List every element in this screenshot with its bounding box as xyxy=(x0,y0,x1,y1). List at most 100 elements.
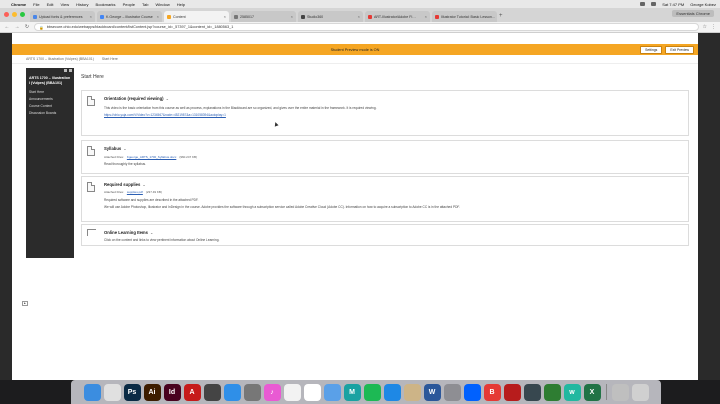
menu-bookmarks[interactable]: Bookmarks xyxy=(96,2,116,7)
maximize-window-icon[interactable] xyxy=(20,12,25,17)
settings-button[interactable]: Settings xyxy=(640,46,663,54)
dock-screenflow-icon[interactable] xyxy=(523,383,541,401)
bookmark-star-icon[interactable]: ☆ xyxy=(703,24,707,30)
menu-file[interactable]: File xyxy=(33,2,39,7)
dock-spotify-icon[interactable] xyxy=(363,383,381,401)
menubar-user[interactable]: George Kobez xyxy=(690,2,716,7)
expand-menu-button[interactable]: ▸ xyxy=(22,301,28,306)
dock-launchpad-icon[interactable] xyxy=(243,383,261,401)
tab-close-icon[interactable]: × xyxy=(157,14,159,19)
item-title-text[interactable]: Syllabus xyxy=(104,146,121,151)
browser-tab[interactable]: ART-Illustrator/Adobe Fi… × xyxy=(365,11,430,22)
dock-finder-icon[interactable] xyxy=(83,383,101,401)
macos-menubar: Chrome File Edit View History Bookmarks … xyxy=(0,0,720,8)
video-link[interactable]: https://ohio.yuja.com/V/Video?v=1234567&… xyxy=(104,113,226,117)
dock-safari-icon[interactable] xyxy=(223,383,241,401)
menu-window[interactable]: Window xyxy=(155,2,169,7)
item-title-text[interactable]: Online Learning Items xyxy=(104,230,148,235)
item-title-text[interactable]: Orientation (required viewing) xyxy=(104,96,164,101)
menu-refresh-icon[interactable] xyxy=(69,69,72,72)
menu-edit[interactable]: Edit xyxy=(47,2,54,7)
menu-view[interactable]: View xyxy=(60,2,69,7)
chevron-down-icon[interactable]: ⌄ xyxy=(166,96,170,101)
chevron-down-icon[interactable]: ⌄ xyxy=(123,146,127,151)
battery-icon[interactable] xyxy=(651,2,657,6)
tab-close-icon[interactable]: × xyxy=(224,14,226,19)
dock-webex-icon[interactable]: w xyxy=(563,383,581,401)
breadcrumb-course[interactable]: ARTS 1700 – Illustration (Vulpes) (BBA10… xyxy=(26,57,94,61)
dock-calendar-icon[interactable] xyxy=(303,383,321,401)
dock-activity-icon[interactable] xyxy=(543,383,561,401)
dock-dropbox-icon[interactable] xyxy=(463,383,481,401)
dock-photoshop-icon[interactable]: Ps xyxy=(123,383,141,401)
close-window-icon[interactable] xyxy=(4,12,9,17)
new-tab-icon[interactable]: + xyxy=(499,13,507,21)
chevron-down-icon[interactable]: ⌄ xyxy=(150,230,154,235)
tab-close-icon[interactable]: × xyxy=(358,14,360,19)
menubar-app-name[interactable]: Chrome xyxy=(11,2,26,7)
attachment-link[interactable]: supplies.pdf xyxy=(127,190,143,194)
browser-tab[interactable]: K.George – Illustrator Course × xyxy=(97,11,162,22)
url-text: bbsecure.ohio.edu/webapps/blackboard/con… xyxy=(46,25,234,29)
menu-help[interactable]: Help xyxy=(177,2,185,7)
browser-tab[interactable]: Content × xyxy=(164,11,229,22)
browser-tab[interactable]: Studio360 × xyxy=(298,11,363,22)
document-icon xyxy=(87,182,95,192)
attachment-link[interactable]: Kgeorge_ARTS_1700_Syllabus.docx xyxy=(127,155,176,159)
sidebar-item-course-content[interactable]: Course Content xyxy=(26,102,74,109)
dock-mail-icon[interactable] xyxy=(323,383,341,401)
menu-tab[interactable]: Tab xyxy=(142,2,148,7)
dock-word-icon[interactable]: W xyxy=(423,383,441,401)
item-title[interactable]: Required supplies ⌄ xyxy=(104,182,146,187)
dock-flash-icon[interactable] xyxy=(503,383,521,401)
student-preview-banner: Student Preview mode is ON Settings Exit… xyxy=(12,44,698,55)
minimize-window-icon[interactable] xyxy=(12,12,17,17)
browser-toolbar: ← → ↻ 🔒 bbsecure.ohio.edu/webapps/blackb… xyxy=(0,22,720,33)
exit-preview-button[interactable]: Exit Preview xyxy=(665,46,694,54)
dock-indesign-icon[interactable]: Id xyxy=(163,383,181,401)
dock-app-store-icon[interactable] xyxy=(383,383,401,401)
content-item-orientation: Orientation (required viewing) ⌄ This vid… xyxy=(81,90,689,136)
item-title-text[interactable]: Required supplies xyxy=(104,182,140,187)
dock-itunes-icon[interactable]: ♪ xyxy=(263,383,281,401)
browser-tab[interactable]: Upload fonts & preferences × xyxy=(30,11,95,22)
dock-settings-icon[interactable] xyxy=(443,383,461,401)
course-title[interactable]: ARTS 1700 – Illustration I (Vulpes) (BBA… xyxy=(26,74,74,88)
wifi-icon[interactable] xyxy=(640,2,646,6)
menu-history[interactable]: History xyxy=(76,2,88,7)
tab-close-icon[interactable]: × xyxy=(425,14,427,19)
profile-button[interactable]: Essentials Chrome xyxy=(672,10,714,17)
menubar-clock[interactable]: Sat 7:47 PM xyxy=(662,2,684,7)
dock-malwarebytes-icon[interactable]: M xyxy=(343,383,361,401)
browser-tab[interactable]: Illustrator Tutorial: Basic Lesson…× xyxy=(432,11,497,22)
browser-tab[interactable]: 2585017 × xyxy=(231,11,296,22)
tab-close-icon[interactable]: × xyxy=(291,14,293,19)
dock-illustrator-icon[interactable]: Ai xyxy=(143,383,161,401)
chevron-down-icon[interactable]: ⌄ xyxy=(142,182,146,187)
dock-acrobat-icon[interactable]: A xyxy=(183,383,201,401)
sidebar-item-start-here[interactable]: Start Here xyxy=(26,88,74,95)
dock-folder-icon[interactable] xyxy=(611,383,629,401)
item-title[interactable]: Syllabus ⌄ xyxy=(104,146,127,151)
item-title[interactable]: Online Learning Items ⌄ xyxy=(104,230,154,235)
menu-toggle-icon[interactable] xyxy=(64,69,67,72)
dock-chrome-icon[interactable] xyxy=(103,383,121,401)
back-icon[interactable]: ← xyxy=(4,24,10,30)
reload-icon[interactable]: ↻ xyxy=(24,24,30,30)
sidebar-item-announcements[interactable]: Announcements xyxy=(26,95,74,102)
chrome-menu-icon[interactable]: ⋮ xyxy=(711,24,716,30)
tab-close-icon[interactable]: × xyxy=(90,14,92,19)
dock-brave-icon[interactable]: B xyxy=(483,383,501,401)
item-title[interactable]: Orientation (required viewing) ⌄ xyxy=(104,96,169,101)
sidebar-item-discussion-boards[interactable]: Discussion Boards xyxy=(26,109,74,116)
forward-icon[interactable]: → xyxy=(14,24,20,30)
document-icon xyxy=(87,96,95,106)
dock-photos-icon[interactable] xyxy=(283,383,301,401)
dock-camera-icon[interactable] xyxy=(203,383,221,401)
breadcrumb-current[interactable]: Start Here xyxy=(102,57,118,61)
dock-excel-icon[interactable]: X xyxy=(583,383,601,401)
dock-preview-icon[interactable] xyxy=(403,383,421,401)
dock-trash-icon[interactable] xyxy=(631,383,649,401)
menu-people[interactable]: People xyxy=(123,2,135,7)
address-bar[interactable]: 🔒 bbsecure.ohio.edu/webapps/blackboard/c… xyxy=(34,23,699,31)
